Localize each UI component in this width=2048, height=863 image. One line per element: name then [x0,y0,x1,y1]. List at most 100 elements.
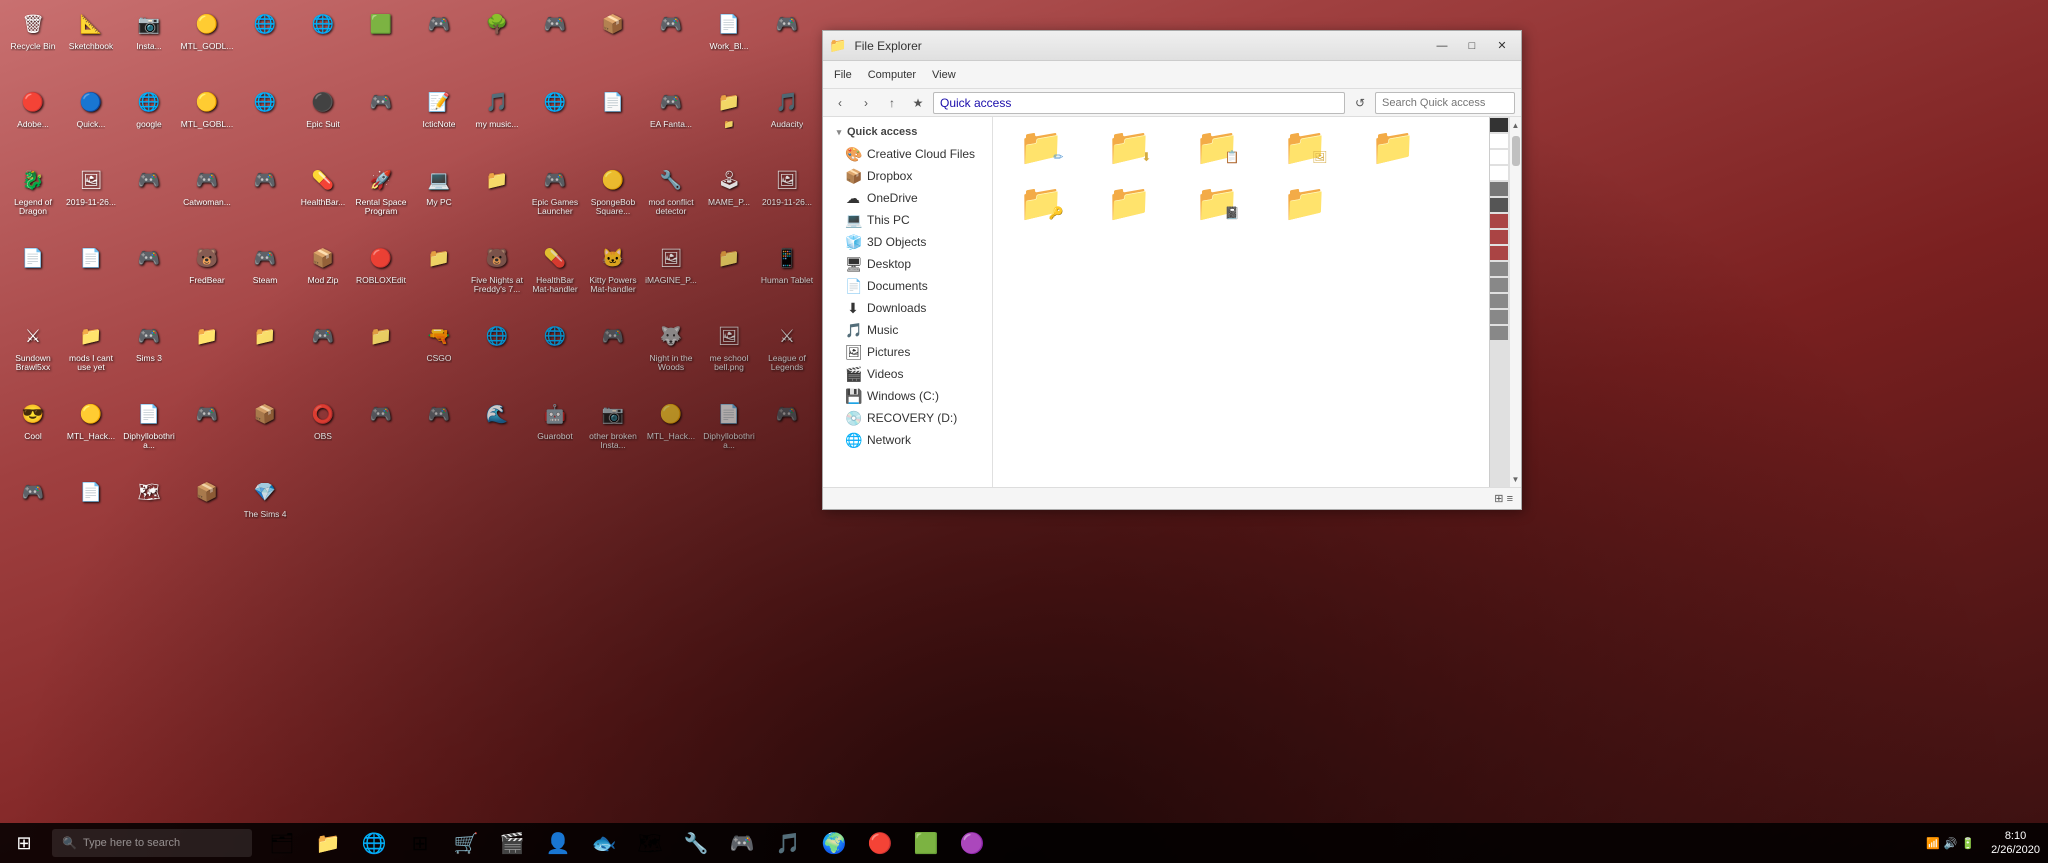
folder-item-6[interactable]: 📁 [1089,181,1169,229]
desktop-icon-12[interactable]: 📄 Work_Bl... [700,4,758,82]
desktop-icon-19[interactable]: ⚫ Epic Suit [294,82,352,160]
desktop-icon-43[interactable]: 📄 [62,238,120,316]
desktop-icon-48[interactable]: 🔴 ROBLOXEdit [352,238,410,316]
taskbar-app-2[interactable]: 🌐 [352,823,396,863]
desktop-icon-58[interactable]: 🎮 Sims 3 [120,316,178,394]
taskbar-app-4[interactable]: 🛒 [444,823,488,863]
desktop-icon-46[interactable]: 🎮 Steam [236,238,294,316]
desktop-icon-34[interactable]: 🚀 Rental Space Program [352,160,410,238]
desktop-icon-54[interactable]: 📁 [700,238,758,316]
taskbar-app-7[interactable]: 🐟 [582,823,626,863]
taskbar-app-5[interactable]: 🎬 [490,823,534,863]
folder-item-1[interactable]: 📁 ⬇ [1089,125,1169,173]
taskbar-app-3[interactable]: ⊞ [398,823,442,863]
taskbar-app-15[interactable]: 🟣 [950,823,994,863]
taskbar-app-9[interactable]: 🔧 [674,823,718,863]
desktop-icon-66[interactable]: 🎮 [584,316,642,394]
scroll-down-button[interactable]: ▼ [1510,473,1522,485]
desktop-icon-9[interactable]: 🎮 [526,4,584,82]
desktop-icon-72[interactable]: 📄 Diphyllobothria... [120,394,178,472]
desktop-icon-71[interactable]: 🟡 MTL_Hack... [62,394,120,472]
desktop-icon-3[interactable]: 🟡 MTL_GODL... [178,4,236,82]
nav-item-creative-cloud-files[interactable]: 🎨 Creative Cloud Files [823,143,992,165]
folder-item-0[interactable]: 📁 ✏ [1001,125,1081,173]
desktop-icon-65[interactable]: 🌐 [526,316,584,394]
clock[interactable]: 8:10 2/26/2020 [1983,829,2048,858]
desktop-icon-30[interactable]: 🎮 [120,160,178,238]
file-menu-button[interactable]: File [827,64,859,86]
desktop-icon-23[interactable]: 🌐 [526,82,584,160]
desktop-icon-88[interactable]: 💎 The Sims 4 [236,472,294,550]
nav-item-music[interactable]: 🎵 Music [823,319,992,341]
taskbar-app-6[interactable]: 👤 [536,823,580,863]
desktop-icon-62[interactable]: 📁 [352,316,410,394]
desktop-icon-11[interactable]: 🎮 [642,4,700,82]
desktop-icon-42[interactable]: 📄 [4,238,62,316]
desktop-icon-15[interactable]: 🔵 Quick... [62,82,120,160]
nav-item-3d-objects[interactable]: 🧊 3D Objects [823,231,992,253]
desktop-icon-26[interactable]: 📁 📁 [700,82,758,160]
folder-item-4[interactable]: 📁 [1353,125,1433,173]
desktop-icon-32[interactable]: 🎮 [236,160,294,238]
taskbar-app-13[interactable]: 🔴 [858,823,902,863]
desktop-icon-16[interactable]: 🌐 google [120,82,178,160]
desktop-icon-85[interactable]: 📄 [62,472,120,550]
desktop-icon-61[interactable]: 🎮 [294,316,352,394]
desktop-icon-60[interactable]: 📁 [236,316,294,394]
forward-button[interactable]: › [855,92,877,114]
nav-item-recovery-(d:)[interactable]: 💿 RECOVERY (D:) [823,407,992,429]
desktop-icon-50[interactable]: 🐻 Five Nights at Freddy's 7... [468,238,526,316]
desktop-icon-63[interactable]: 🔫 CSGO [410,316,468,394]
desktop-icon-84[interactable]: 🎮 [4,472,62,550]
desktop-icon-74[interactable]: 📦 [236,394,294,472]
taskbar-search[interactable]: 🔍 Type here to search [52,829,252,857]
taskbar-app-11[interactable]: 🎵 [766,823,810,863]
nav-item-desktop[interactable]: 🖥 Desktop [823,253,992,275]
desktop-icon-37[interactable]: 🎮 Epic Games Launcher [526,160,584,238]
back-button[interactable]: ‹ [829,92,851,114]
desktop-icon-22[interactable]: 🎵 my music... [468,82,526,160]
desktop-icon-57[interactable]: 📁 mods I cant use yet [62,316,120,394]
desktop-icon-40[interactable]: 🕹 MAME_P... [700,160,758,238]
folder-item-2[interactable]: 📁 📋 [1177,125,1257,173]
desktop-icon-76[interactable]: 🎮 [352,394,410,472]
desktop-icon-27[interactable]: 🎵 Audacity [758,82,816,160]
desktop-icon-69[interactable]: ⚔ League of Legends [758,316,816,394]
desktop-icon-64[interactable]: 🌐 [468,316,526,394]
desktop-icon-7[interactable]: 🎮 [410,4,468,82]
desktop-icon-73[interactable]: 🎮 [178,394,236,472]
desktop-icon-35[interactable]: 💻 My PC [410,160,468,238]
desktop-icon-79[interactable]: 🤖 Guarobot [526,394,584,472]
search-input[interactable] [1375,92,1515,114]
desktop-icon-70[interactable]: 😎 Cool [4,394,62,472]
desktop-icon-8[interactable]: 🌳 [468,4,526,82]
desktop-icon-21[interactable]: 📝 IcticNote [410,82,468,160]
nav-item-windows-(c:)[interactable]: 💾 Windows (C:) [823,385,992,407]
desktop-icon-52[interactable]: 🐱 Kitty Powers Mat-handler [584,238,642,316]
scroll-track[interactable] [1510,131,1522,473]
nav-item-network[interactable]: 🌐 Network [823,429,992,451]
taskbar-app-12[interactable]: 🌍 [812,823,856,863]
desktop-icon-86[interactable]: 🗺 [120,472,178,550]
desktop-icon-55[interactable]: 📱 Human Tablet [758,238,816,316]
desktop-icon-38[interactable]: 🟡 SpongeBob Square... [584,160,642,238]
maximize-button[interactable]: □ [1459,36,1485,56]
refresh-button[interactable]: ↺ [1349,92,1371,114]
desktop-icon-4[interactable]: 🌐 [236,4,294,82]
nav-item-downloads[interactable]: ⬇ Downloads [823,297,992,319]
desktop-icon-25[interactable]: 🎮 EA Fanta... [642,82,700,160]
desktop-icon-29[interactable]: 🖼 2019-11-26... [62,160,120,238]
desktop-icon-77[interactable]: 🎮 [410,394,468,472]
desktop-icon-20[interactable]: 🎮 [352,82,410,160]
desktop-icon-17[interactable]: 🟡 MTL_GOBL... [178,82,236,160]
desktop-icon-39[interactable]: 🔧 mod conflict detector [642,160,700,238]
nav-item-videos[interactable]: 🎬 Videos [823,363,992,385]
desktop-icon-0[interactable]: 🗑 Recycle Bin [4,4,62,82]
nav-item-pictures[interactable]: 🖼 Pictures [823,341,992,363]
desktop-icon-44[interactable]: 🎮 [120,238,178,316]
nav-item-onedrive[interactable]: ☁ OneDrive [823,187,992,209]
folder-item-8[interactable]: 📁 [1265,181,1345,229]
desktop-icon-83[interactable]: 🎮 [758,394,816,472]
nav-item-documents[interactable]: 📄 Documents [823,275,992,297]
desktop-icon-33[interactable]: 💊 HealthBar... [294,160,352,238]
